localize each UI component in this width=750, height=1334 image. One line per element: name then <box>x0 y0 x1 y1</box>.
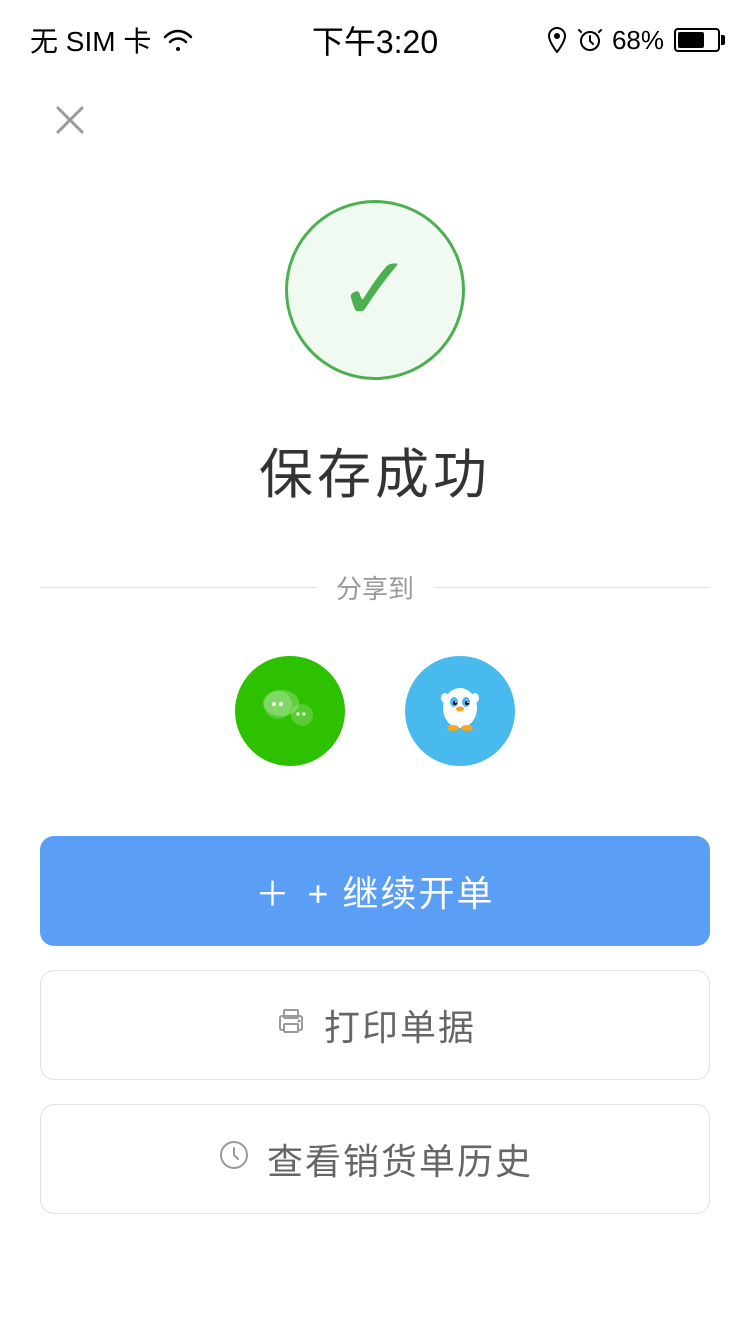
history-label: 查看销货单历史 <box>267 1133 533 1185</box>
close-button[interactable] <box>40 90 100 150</box>
checkmark-icon: ✓ <box>337 245 412 335</box>
battery-percent: 68% <box>612 25 664 56</box>
wifi-icon <box>163 29 193 51</box>
print-label: 打印单据 <box>324 999 476 1051</box>
success-title: 保存成功 <box>259 430 491 509</box>
history-button[interactable]: 查看销货单历史 <box>40 1104 710 1214</box>
status-left: 无 SIM 卡 <box>30 20 193 60</box>
location-icon <box>546 27 568 53</box>
history-icon <box>217 1138 251 1181</box>
main-content: ✓ 保存成功 分享到 <box>0 80 750 1214</box>
continue-button[interactable]: ＋ + 继续开单 <box>40 836 710 946</box>
success-circle: ✓ <box>285 200 465 380</box>
qq-icon <box>427 678 493 744</box>
alarm-icon <box>578 27 602 53</box>
continue-label: + 继续开单 <box>307 865 494 917</box>
share-wechat-button[interactable] <box>235 656 345 766</box>
share-qq-button[interactable] <box>405 656 515 766</box>
wechat-icon <box>257 683 323 739</box>
carrier-text: 无 SIM 卡 <box>30 20 151 60</box>
battery-icon <box>674 28 720 52</box>
plus-icon: ＋ <box>255 867 291 916</box>
status-right: 68% <box>546 25 720 56</box>
print-icon <box>274 1004 308 1047</box>
share-section: 分享到 <box>0 569 750 766</box>
time-display: 下午3:20 <box>312 17 438 63</box>
share-label: 分享到 <box>336 569 414 606</box>
share-divider: 分享到 <box>40 569 710 606</box>
action-buttons: ＋ + 继续开单 打印单据 查看销货单历史 <box>0 836 750 1214</box>
print-button[interactable]: 打印单据 <box>40 970 710 1080</box>
status-bar: 无 SIM 卡 下午3:20 68% <box>0 0 750 80</box>
share-icons <box>40 656 710 766</box>
